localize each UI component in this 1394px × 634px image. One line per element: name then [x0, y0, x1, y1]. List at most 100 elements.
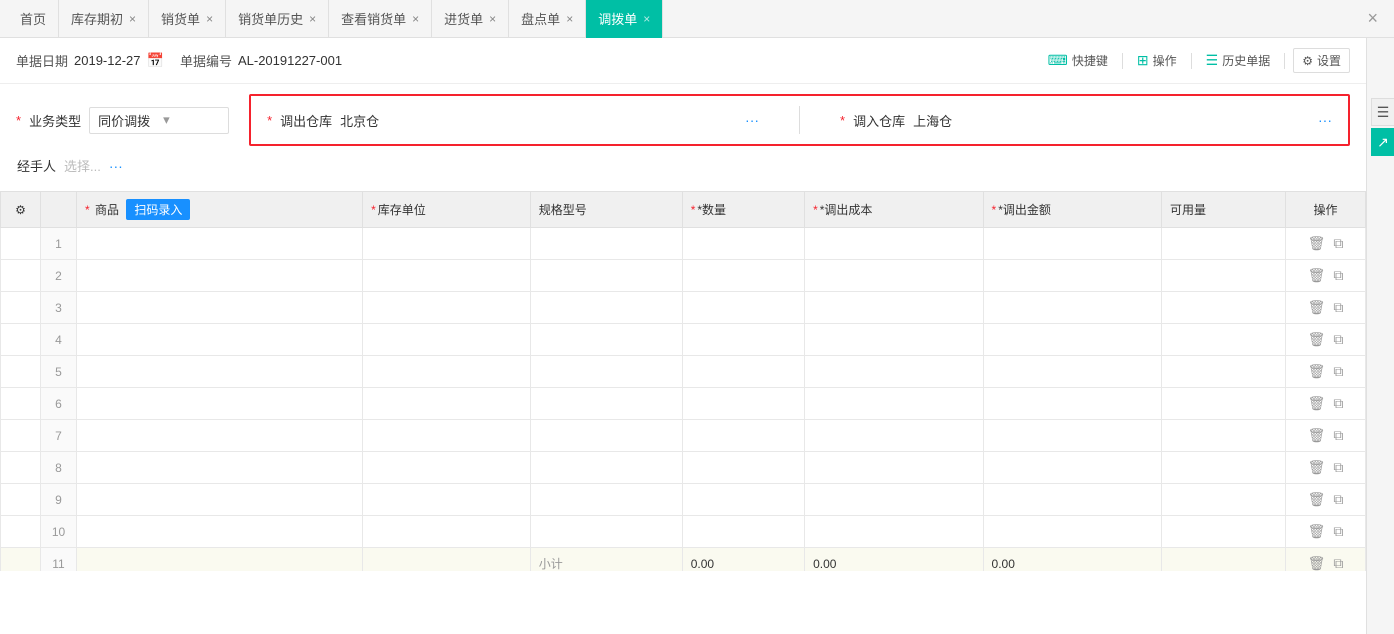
row-amount-td[interactable] [983, 324, 1161, 356]
row-cost-td[interactable] [805, 324, 983, 356]
row-available-td[interactable] [1162, 356, 1286, 388]
row-cost-td[interactable] [805, 420, 983, 452]
tab-inventory-init[interactable]: 库存期初 × [59, 0, 149, 38]
copy-row-icon[interactable]: ⧉ [1331, 362, 1345, 381]
row-quantity-td[interactable] [682, 228, 804, 260]
row-product-td[interactable] [77, 420, 363, 452]
row-spec-td[interactable] [530, 388, 682, 420]
tab-view-sales[interactable]: 查看销货单 × [329, 0, 432, 38]
tab-purchase-order[interactable]: 进货单 × [432, 0, 509, 38]
tab-sales-order-close[interactable]: × [206, 12, 213, 26]
tab-transfer-order-close[interactable]: × [643, 12, 650, 26]
row-unit-td[interactable] [363, 260, 531, 292]
row-unit-td[interactable] [363, 324, 531, 356]
side-panel-export-icon[interactable]: ↗ [1371, 128, 1394, 156]
row-available-td[interactable] [1162, 388, 1286, 420]
copy-row-icon[interactable]: ⧉ [1331, 426, 1345, 445]
row-amount-td[interactable] [983, 388, 1161, 420]
row-product-td[interactable] [77, 260, 363, 292]
delete-row-icon[interactable]: 🗑 [1306, 330, 1328, 349]
row-product-td[interactable] [77, 452, 363, 484]
row-unit-td[interactable] [363, 484, 531, 516]
row-amount-td[interactable] [983, 484, 1161, 516]
row-amount-td[interactable] [983, 420, 1161, 452]
tab-view-sales-close[interactable]: × [412, 12, 419, 26]
tab-inventory-check-close[interactable]: × [566, 12, 573, 26]
delete-row-icon[interactable]: 🗑 [1306, 426, 1328, 445]
row-available-td[interactable] [1162, 324, 1286, 356]
copy-row-icon[interactable]: ⧉ [1331, 522, 1345, 541]
row-cost-td[interactable] [805, 260, 983, 292]
row-cost-td[interactable] [805, 356, 983, 388]
row-product-td[interactable] [77, 356, 363, 388]
transfer-in-more-icon[interactable]: ··· [1318, 112, 1332, 128]
settings-button[interactable]: ⚙ 设置 [1293, 48, 1350, 73]
row-available-td[interactable] [1162, 484, 1286, 516]
delete-row-icon[interactable]: 🗑 [1306, 234, 1328, 253]
row-amount-td[interactable] [983, 228, 1161, 260]
delete-row-icon[interactable]: 🗑 [1306, 298, 1328, 317]
row-product-td[interactable] [77, 516, 363, 548]
delete-row-icon[interactable]: 🗑 [1306, 554, 1328, 571]
tab-purchase-order-close[interactable]: × [489, 12, 496, 26]
row-cost-td[interactable] [805, 484, 983, 516]
copy-row-icon[interactable]: ⧉ [1331, 234, 1345, 253]
row-quantity-td[interactable] [682, 324, 804, 356]
row-unit-td[interactable] [363, 228, 531, 260]
row-spec-td[interactable] [530, 292, 682, 324]
delete-row-icon[interactable]: 🗑 [1306, 362, 1328, 381]
copy-row-icon[interactable]: ⧉ [1331, 330, 1345, 349]
row-available-td[interactable] [1162, 516, 1286, 548]
row-spec-td[interactable] [530, 260, 682, 292]
row-quantity-td[interactable] [682, 420, 804, 452]
tab-sales-history-close[interactable]: × [309, 12, 316, 26]
copy-row-icon[interactable]: ⧉ [1331, 490, 1345, 509]
calendar-icon[interactable]: 📅 [147, 52, 164, 69]
row-amount-td[interactable] [983, 260, 1161, 292]
row-available-td[interactable] [1162, 292, 1286, 324]
delete-row-icon[interactable]: 🗑 [1306, 458, 1328, 477]
tab-sales-history[interactable]: 销货单历史 × [226, 0, 329, 38]
biz-type-select[interactable]: 同价调拨 ▾ [89, 107, 229, 134]
row-product-td[interactable] [77, 484, 363, 516]
side-panel-list-icon[interactable]: ☰ [1371, 98, 1394, 126]
row-spec-td[interactable] [530, 452, 682, 484]
handler-more-icon[interactable]: ··· [109, 158, 123, 174]
row-spec-td[interactable] [530, 356, 682, 388]
delete-row-icon[interactable]: 🗑 [1306, 266, 1328, 285]
copy-row-icon[interactable]: ⧉ [1331, 266, 1345, 285]
row-amount-td[interactable] [983, 452, 1161, 484]
row-quantity-td[interactable] [682, 484, 804, 516]
row-spec-td[interactable] [530, 484, 682, 516]
scan-button[interactable]: 扫码录入 [126, 199, 190, 220]
row-amount-td[interactable] [983, 292, 1161, 324]
tab-inventory-check[interactable]: 盘点单 × [509, 0, 586, 38]
row-quantity-td[interactable] [682, 516, 804, 548]
row-available-td[interactable] [1162, 452, 1286, 484]
delete-row-icon[interactable]: 🗑 [1306, 490, 1328, 509]
row-quantity-td[interactable] [682, 292, 804, 324]
delete-row-icon[interactable]: 🗑 [1306, 522, 1328, 541]
row-available-td[interactable] [1162, 260, 1286, 292]
transfer-out-more-icon[interactable]: ··· [745, 112, 759, 128]
row-amount-td[interactable] [983, 516, 1161, 548]
row-cost-td[interactable] [805, 516, 983, 548]
row-spec-td[interactable] [530, 228, 682, 260]
delete-row-icon[interactable]: 🗑 [1306, 394, 1328, 413]
handler-select[interactable]: 选择... [64, 156, 101, 175]
row-cost-td[interactable] [805, 228, 983, 260]
row-spec-td[interactable] [530, 516, 682, 548]
tab-bar-close-button[interactable]: × [1359, 8, 1386, 29]
row-quantity-td[interactable] [682, 260, 804, 292]
row-unit-td[interactable] [363, 388, 531, 420]
row-unit-td[interactable] [363, 516, 531, 548]
row-unit-td[interactable] [363, 356, 531, 388]
copy-row-icon[interactable]: ⧉ [1331, 554, 1345, 571]
tab-transfer-order[interactable]: 调拨单 × [586, 0, 663, 38]
gear-header[interactable]: ⚙ [1, 192, 41, 228]
row-unit-td[interactable] [363, 292, 531, 324]
row-product-td[interactable] [77, 388, 363, 420]
row-unit-td[interactable] [363, 452, 531, 484]
row-cost-td[interactable] [805, 388, 983, 420]
row-quantity-td[interactable] [682, 356, 804, 388]
